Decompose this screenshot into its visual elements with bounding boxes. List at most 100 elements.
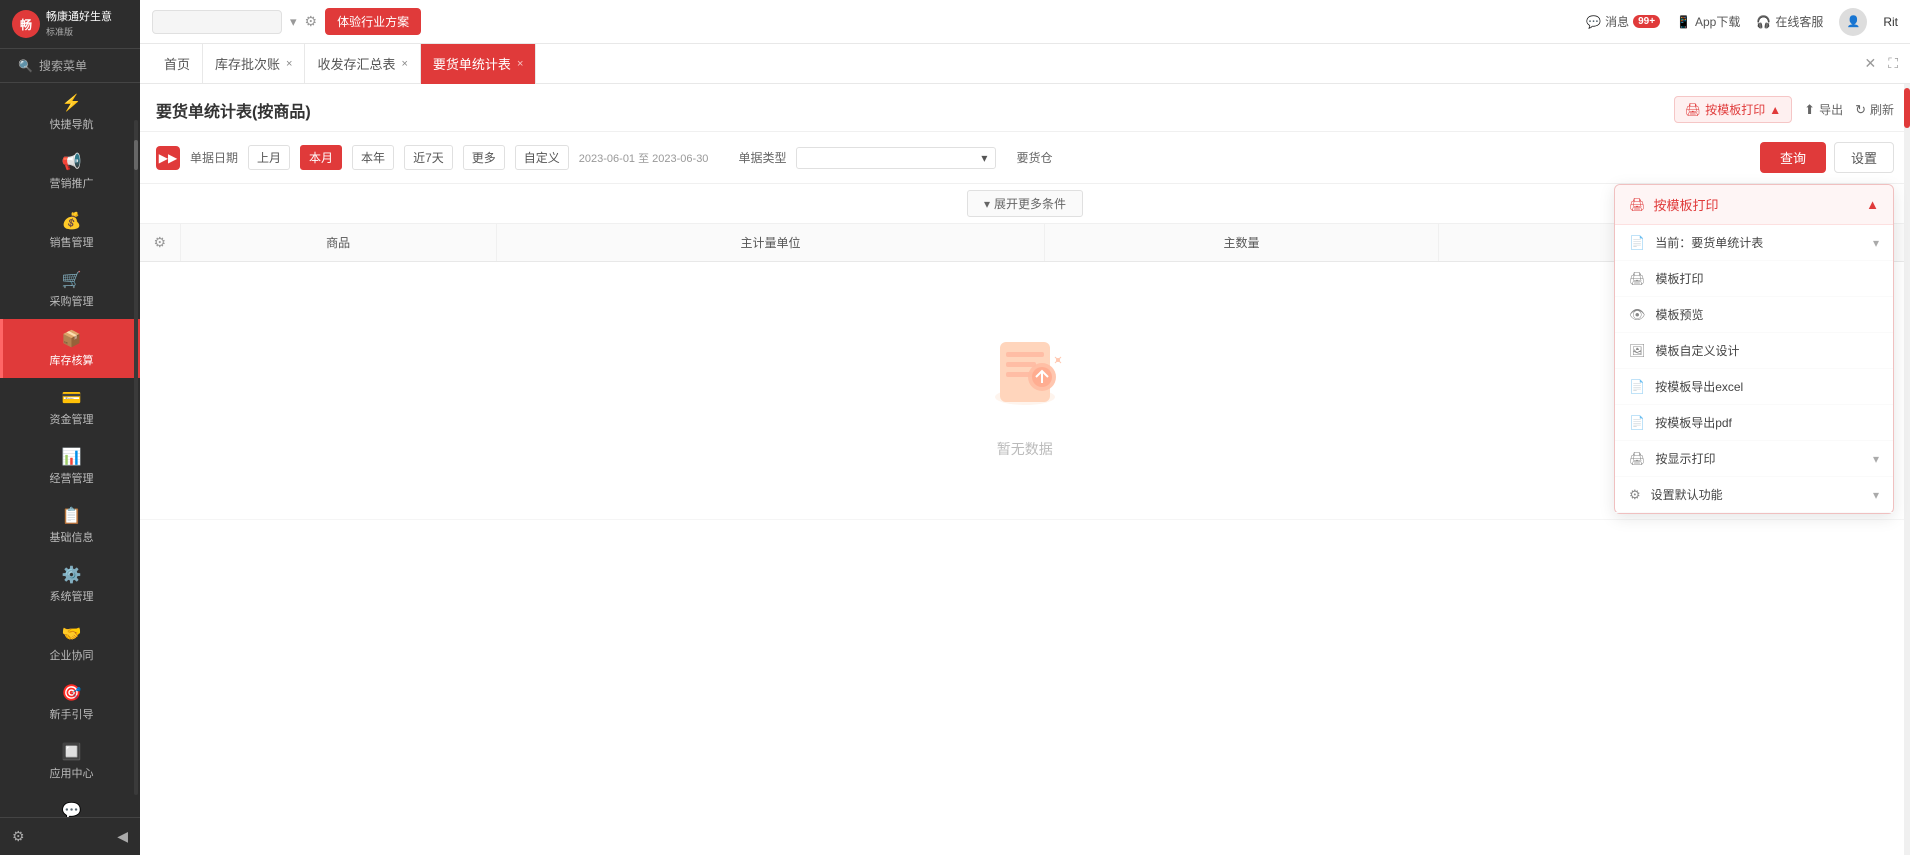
maximize-window-button[interactable]: ⛶ xyxy=(1884,53,1902,74)
topbar-gear-icon[interactable]: ⚙ xyxy=(305,13,318,30)
filter-more[interactable]: 更多 xyxy=(463,145,505,170)
search-menu[interactable]: 🔍 搜索菜单 xyxy=(0,49,140,83)
page-scrollbar-thumb[interactable] xyxy=(1904,88,1910,128)
industry-solution-button[interactable]: 体验行业方案 xyxy=(325,8,421,35)
sidebar-scrollbar xyxy=(134,120,138,795)
template-export-excel-item[interactable]: 📄 按模板导出excel xyxy=(1615,369,1893,405)
main-content: ▾ ⚙ 体验行业方案 💬 消息 99+ 📱 App下载 🎧 在线客服 👤 Rit xyxy=(140,0,1910,855)
table-col-settings[interactable]: ⚙ xyxy=(140,224,180,262)
query-button[interactable]: 查询 xyxy=(1760,142,1826,173)
filter-this-month[interactable]: 本月 xyxy=(300,145,342,170)
close-window-button[interactable]: ✕ xyxy=(1860,53,1880,74)
dropdown-collapse-icon[interactable]: ▲ xyxy=(1866,197,1879,212)
order-category-label: 要货仓 xyxy=(1016,149,1052,166)
collab-icon: 🤝 xyxy=(62,624,82,644)
logo-icon: 畅 xyxy=(12,10,40,38)
empty-svg-icon xyxy=(980,322,1070,412)
template-preview-icon: 👁 xyxy=(1629,307,1646,323)
template-design-item[interactable]: 🖼 模板自定义设计 xyxy=(1615,333,1893,369)
tab-order-stats[interactable]: 要货单统计表 × xyxy=(421,44,536,84)
message-badge: 99+ xyxy=(1633,15,1660,28)
page-scrollbar-track xyxy=(1904,84,1910,855)
set-default-item[interactable]: ⚙ 设置默认功能 ▾ xyxy=(1615,477,1893,513)
tab-batch-account[interactable]: 库存批次账 × xyxy=(203,44,305,84)
sidebar-item-shortcut[interactable]: ⚡ 快捷导航 xyxy=(0,83,140,142)
sidebar-bottom: ⚙ ◀ xyxy=(0,817,140,855)
table-gear-icon[interactable]: ⚙ xyxy=(153,234,166,250)
filter-this-year[interactable]: 本年 xyxy=(352,145,394,170)
tab-close-receipt-summary[interactable]: × xyxy=(401,58,407,70)
refresh-button[interactable]: ↻ 刷新 xyxy=(1855,101,1894,118)
print-template-button[interactable]: 🖨 按模板打印 ▲ xyxy=(1674,96,1792,123)
tab-receipt-summary[interactable]: 收发存汇总表 × xyxy=(305,44,420,84)
collapse-icon[interactable]: ◀ xyxy=(117,828,128,845)
current-template-item[interactable]: 📄 当前：要货单统计表 ▾ xyxy=(1615,225,1893,261)
online-service-button[interactable]: 🎧 在线客服 xyxy=(1756,13,1823,30)
tab-close-order-stats[interactable]: × xyxy=(517,58,523,70)
search-icon: 🔍 xyxy=(18,59,33,73)
user-name: Rit xyxy=(1883,15,1898,29)
export-button[interactable]: ⬆ 导出 xyxy=(1804,101,1843,118)
topbar-search-input[interactable] xyxy=(152,10,282,34)
sidebar-item-operation[interactable]: 📊 经营管理 xyxy=(0,437,140,496)
table-col-unit: 主计量单位 xyxy=(496,224,1045,262)
marketing-icon: 📢 xyxy=(62,152,82,172)
settings-icon[interactable]: ⚙ xyxy=(12,828,25,845)
page-header: 要货单统计表(按商品) 🖨 按模板打印 ▲ ⬆ 导出 ↻ 刷新 xyxy=(140,84,1910,132)
display-print-icon: 🖨 xyxy=(1629,451,1646,467)
wechat-icon: 💬 xyxy=(62,801,82,817)
settings-button[interactable]: 设置 xyxy=(1834,142,1894,173)
sidebar: 畅 畅康通好生意 标准版 🔍 搜索菜单 ⚡ 快捷导航 📢 营销推广 💰 销售管理… xyxy=(0,0,140,855)
messages-button[interactable]: 💬 消息 99+ xyxy=(1586,13,1660,30)
sidebar-item-marketing[interactable]: 📢 营销推广 xyxy=(0,142,140,201)
filter-prev-month[interactable]: 上月 xyxy=(248,145,290,170)
message-icon: 💬 xyxy=(1586,15,1601,29)
order-type-label: 单据类型 xyxy=(738,149,786,166)
set-default-icon: ⚙ xyxy=(1629,487,1641,503)
page-content: 要货单统计表(按商品) 🖨 按模板打印 ▲ ⬆ 导出 ↻ 刷新 ▶▶ xyxy=(140,84,1910,855)
table-col-quantity: 主数量 xyxy=(1045,224,1439,262)
sidebar-menu: ⚡ 快捷导航 📢 营销推广 💰 销售管理 🛒 采购管理 📦 库存核算 💳 资金管… xyxy=(0,83,140,817)
export-icon: ⬆ xyxy=(1804,102,1815,118)
user-avatar[interactable]: 👤 xyxy=(1839,8,1867,36)
order-type-select[interactable]: ▾ xyxy=(796,147,996,169)
filter-last-7[interactable]: 近7天 xyxy=(404,145,453,170)
app-download-button[interactable]: 📱 App下载 xyxy=(1676,13,1740,30)
sales-icon: 💰 xyxy=(62,211,82,231)
printer-icon: 🖨 xyxy=(1685,102,1702,118)
sidebar-item-basic[interactable]: 📋 基础信息 xyxy=(0,496,140,555)
sidebar-item-wechat[interactable]: 💬 企业微信 xyxy=(0,791,140,817)
filter-custom[interactable]: 自定义 xyxy=(515,145,569,170)
table-col-goods: 商品 xyxy=(180,224,496,262)
filter-expand-button[interactable]: ▶▶ xyxy=(156,146,180,170)
sidebar-item-system[interactable]: ⚙️ 系统管理 xyxy=(0,555,140,614)
sidebar-item-inventory[interactable]: 📦 库存核算 xyxy=(0,319,140,378)
logo-text: 畅康通好生意 xyxy=(46,10,112,24)
scrollbar-thumb xyxy=(134,140,138,170)
page-header-actions: 🖨 按模板打印 ▲ ⬆ 导出 ↻ 刷新 xyxy=(1674,96,1894,123)
topbar: ▾ ⚙ 体验行业方案 💬 消息 99+ 📱 App下载 🎧 在线客服 👤 Rit xyxy=(140,0,1910,44)
expand-more-button[interactable]: ▾ 展开更多条件 xyxy=(967,190,1083,217)
empty-text: 暂无数据 xyxy=(997,439,1053,459)
sidebar-item-sales[interactable]: 💰 销售管理 xyxy=(0,201,140,260)
display-print-item[interactable]: 🖨 按显示打印 ▾ xyxy=(1615,441,1893,477)
tab-home[interactable]: 首页 xyxy=(152,44,203,84)
sidebar-item-finance[interactable]: 💳 资金管理 xyxy=(0,378,140,437)
sidebar-item-guide[interactable]: 🎯 新手引导 xyxy=(0,673,140,732)
print-dropdown-arrow[interactable]: ▲ xyxy=(1769,103,1781,117)
display-print-arrow: ▾ xyxy=(1873,452,1879,466)
template-export-pdf-item[interactable]: 📄 按模板导出pdf xyxy=(1615,405,1893,441)
topbar-dropdown-arrow[interactable]: ▾ xyxy=(290,14,297,30)
template-preview-item[interactable]: 👁 模板预览 xyxy=(1615,297,1893,333)
template-print-icon: 🖨 xyxy=(1629,271,1646,287)
current-template-arrow: ▾ xyxy=(1873,236,1879,250)
template-print-item[interactable]: 🖨 模板打印 xyxy=(1615,261,1893,297)
logo-area: 畅 畅康通好生意 标准版 xyxy=(0,0,140,49)
apps-icon: 🔲 xyxy=(62,742,82,762)
inventory-icon: 📦 xyxy=(62,329,82,349)
sidebar-item-apps[interactable]: 🔲 应用中心 xyxy=(0,732,140,791)
tab-close-batch-account[interactable]: × xyxy=(286,58,292,70)
sidebar-item-collab[interactable]: 🤝 企业协同 xyxy=(0,614,140,673)
sidebar-item-purchase[interactable]: 🛒 采购管理 xyxy=(0,260,140,319)
chevron-down-icon: ▾ xyxy=(984,197,990,211)
